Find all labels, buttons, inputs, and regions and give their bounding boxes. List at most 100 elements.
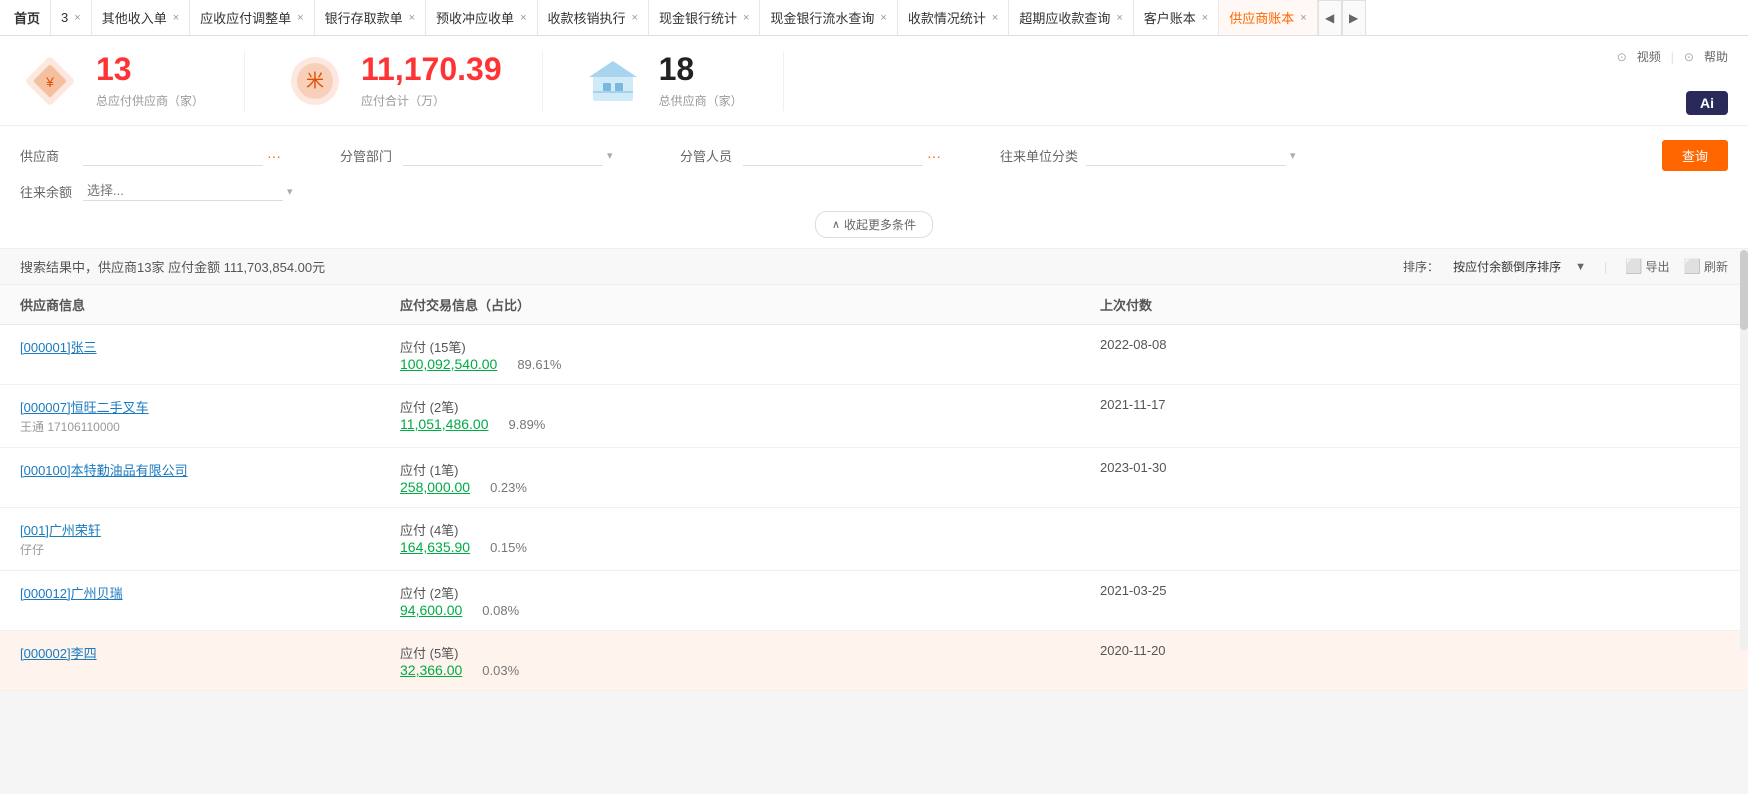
help-link[interactable]: 帮助 xyxy=(1704,48,1728,65)
nav-tab-prepay-receive[interactable]: 预收冲应收单 × xyxy=(426,0,537,36)
store-icon xyxy=(583,51,643,111)
department-arrow[interactable]: ▾ xyxy=(607,149,613,162)
header-right-actions: ⊙ 视频 | ⊙ 帮助 xyxy=(1617,48,1728,65)
nav-tab-receipt-verify-label: 收款核销执行 xyxy=(548,8,626,27)
manager-label: 分管人员 xyxy=(680,146,735,165)
nav-tab-cash-bank-stat-label: 现金银行统计 xyxy=(659,8,737,27)
amount-link[interactable]: 94,600.00 xyxy=(400,602,462,618)
video-link[interactable]: 视频 xyxy=(1637,48,1661,65)
export-button[interactable]: ⬜ 导出 xyxy=(1625,258,1669,275)
sort-down-icon[interactable]: ▼ xyxy=(1575,261,1586,273)
supplier-link[interactable]: [001]广州荣轩 xyxy=(20,523,101,538)
close-tab-3[interactable]: × xyxy=(74,12,80,24)
supplier-link[interactable]: [000001]张三 xyxy=(20,340,97,355)
stat-label-total-suppliers: 总供应商（家） xyxy=(659,92,743,109)
supplier-table: 供应商信息 应付交易信息（占比） 上次付数 [000001]张三应付 (15笔)… xyxy=(0,285,1748,691)
help-icon: ⊙ xyxy=(1684,50,1694,64)
tx-label: 应付 (2笔) xyxy=(400,583,1060,602)
collapse-button[interactable]: ∧ 收起更多条件 xyxy=(815,211,933,238)
close-payable-adjust[interactable]: × xyxy=(297,12,303,24)
balance-arrow[interactable]: ▾ xyxy=(287,185,293,198)
close-supplier-account[interactable]: × xyxy=(1300,12,1306,24)
last-payment-date: 2020-11-20 xyxy=(1100,643,1166,658)
table-row: [000001]张三应付 (15笔)100,092,540.0089.61%20… xyxy=(0,325,1748,385)
nav-tab-other-income[interactable]: 其他收入单 × xyxy=(92,0,190,36)
nav-tab-collection-stat-label: 收款情况统计 xyxy=(908,8,986,27)
last-payment-date: 2021-11-17 xyxy=(1100,397,1166,412)
close-cash-bank-flow[interactable]: × xyxy=(880,12,886,24)
nav-tab-cash-bank-flow-label: 现金银行流水查询 xyxy=(770,8,874,27)
nav-arrow-left[interactable]: ◀ xyxy=(1318,0,1342,36)
tx-percent: 0.08% xyxy=(482,603,519,618)
ai-button[interactable]: Ai xyxy=(1686,91,1728,115)
scrollbar-thumb[interactable] xyxy=(1740,250,1748,330)
supplier-link[interactable]: [000100]本特勤油品有限公司 xyxy=(20,463,188,478)
close-receipt-verify[interactable]: × xyxy=(632,12,638,24)
nav-tab-payable-adjust-label: 应收应付调整单 xyxy=(200,8,291,27)
refresh-button[interactable]: ⬜ 刷新 xyxy=(1684,258,1728,275)
stat-number-payable-suppliers: 13 xyxy=(96,52,204,87)
nav-tab-payable-adjust[interactable]: 应收应付调整单 × xyxy=(190,0,314,36)
sort-label: 排序： xyxy=(1403,258,1439,275)
close-customer-account[interactable]: × xyxy=(1202,12,1208,24)
nav-tab-customer-account[interactable]: 客户账本 × xyxy=(1134,0,1219,36)
last-payment-cell: 2021-11-17 xyxy=(1080,385,1748,448)
balance-input[interactable] xyxy=(83,181,283,201)
svg-text:米: 米 xyxy=(306,71,324,91)
manager-input[interactable] xyxy=(743,146,923,166)
nav-tab-home[interactable]: 首页 xyxy=(4,0,51,36)
amount-link[interactable]: 32,366.00 xyxy=(400,662,462,678)
tx-count: (2笔) xyxy=(430,586,459,601)
amount-link[interactable]: 100,092,540.00 xyxy=(400,356,497,372)
supplier-link[interactable]: [000012]广州贝瑞 xyxy=(20,586,123,601)
nav-tab-bank-deposit-label: 银行存取款单 xyxy=(325,8,403,27)
stat-block-payable-suppliers: ¥ 13 总应付供应商（家） xyxy=(20,51,245,111)
scrollbar[interactable] xyxy=(1740,250,1748,650)
nav-tab-cash-bank-stat[interactable]: 现金银行统计 × xyxy=(649,0,760,36)
unit-category-input[interactable] xyxy=(1086,146,1286,166)
close-collection-stat[interactable]: × xyxy=(992,12,998,24)
close-other-income[interactable]: × xyxy=(173,12,179,24)
nav-tab-collection-stat[interactable]: 收款情况统计 × xyxy=(898,0,1009,36)
close-overdue-stat[interactable]: × xyxy=(1116,12,1122,24)
supplier-ellipsis[interactable]: ··· xyxy=(267,148,281,164)
refresh-icon: ⬜ xyxy=(1684,258,1701,275)
nav-tab-receipt-verify[interactable]: 收款核销执行 × xyxy=(538,0,649,36)
nav-tab-3-label: 3 xyxy=(61,10,68,25)
amount-link[interactable]: 11,051,486.00 xyxy=(400,416,489,432)
department-input[interactable] xyxy=(403,146,603,166)
supplier-input[interactable] xyxy=(83,146,263,166)
amount-link[interactable]: 164,635.90 xyxy=(400,539,470,555)
tx-percent: 0.23% xyxy=(490,480,527,495)
rice-icon: 米 xyxy=(285,51,345,111)
th-last-payment: 上次付数 xyxy=(1080,285,1748,325)
unit-category-arrow[interactable]: ▾ xyxy=(1290,149,1296,162)
supplier-link[interactable]: [000002]李四 xyxy=(20,646,97,661)
video-icon: ⊙ xyxy=(1617,50,1627,64)
tx-label: 应付 (1笔) xyxy=(400,460,1060,479)
nav-tab-overdue-stat[interactable]: 超期应收款查询 × xyxy=(1009,0,1133,36)
amount-link[interactable]: 258,000.00 xyxy=(400,479,470,495)
search-row-1: 供应商 ··· 分管部门 ▾ 分管人员 ··· 往来单位分类 ▾ 查询 xyxy=(20,140,1728,171)
query-button[interactable]: 查询 xyxy=(1662,140,1728,171)
tx-info-cell: 应付 (4笔)164,635.900.15% xyxy=(380,508,1080,571)
data-table-wrapper: 供应商信息 应付交易信息（占比） 上次付数 [000001]张三应付 (15笔)… xyxy=(0,285,1748,691)
last-payment-cell: 2022-08-08 xyxy=(1080,325,1748,385)
stat-info-payable-suppliers: 13 总应付供应商（家） xyxy=(96,52,204,108)
department-label: 分管部门 xyxy=(340,146,395,165)
supplier-link[interactable]: [000007]恒旺二手叉车 xyxy=(20,400,149,415)
sort-value[interactable]: 按应付余额倒序排序 xyxy=(1453,258,1561,275)
tx-count: (1笔) xyxy=(430,463,459,478)
close-prepay-receive[interactable]: × xyxy=(520,12,526,24)
close-bank-deposit[interactable]: × xyxy=(409,12,415,24)
nav-tab-3[interactable]: 3 × xyxy=(51,0,92,36)
nav-tab-bank-deposit[interactable]: 银行存取款单 × xyxy=(315,0,426,36)
nav-tab-cash-bank-flow[interactable]: 现金银行流水查询 × xyxy=(760,0,897,36)
manager-ellipsis[interactable]: ··· xyxy=(927,148,941,164)
nav-tab-supplier-account[interactable]: 供应商账本 × xyxy=(1219,0,1317,36)
nav-arrow-right[interactable]: ▶ xyxy=(1342,0,1366,36)
table-row: [000007]恒旺二手叉车王通 17106110000应付 (2笔)11,05… xyxy=(0,385,1748,448)
close-cash-bank-stat[interactable]: × xyxy=(743,12,749,24)
unit-category-field: 往来单位分类 ▾ xyxy=(1000,146,1320,166)
supplier-info-cell: [000001]张三 xyxy=(0,325,380,385)
